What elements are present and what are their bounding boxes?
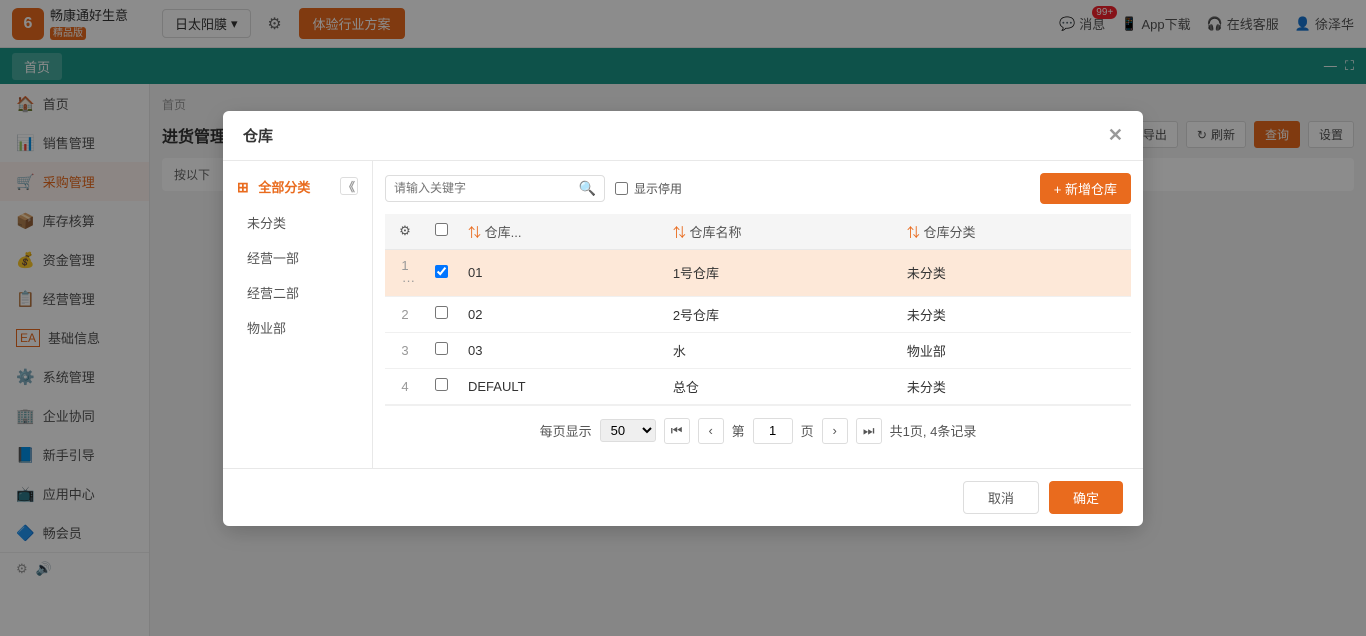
dialog-category-sidebar: ⊞ 全部分类 《 未分类 经营一部 经营二部 物业部 [223,161,373,468]
prev-page-btn[interactable]: ‹ [698,418,724,444]
search-box: 🔍 [385,175,605,202]
category-item-uncategorized[interactable]: 未分类 [223,206,372,239]
first-page-btn[interactable]: ⏮ [664,418,690,444]
warehouse-dialog: 仓库 ✕ ⊞ 全部分类 《 未分类 经营一部 经营二部 物业部 [223,111,1143,526]
category-item-property[interactable]: 物业部 [223,311,372,344]
table-header-row: ⚙ ⇅ 仓库... ⇅ 仓库名称 [385,214,1131,250]
add-warehouse-btn[interactable]: + 新增仓库 [1040,173,1131,204]
next-page-btn[interactable]: › [822,418,848,444]
row-code: 01 [458,249,663,296]
dialog-title: 仓库 [243,125,273,146]
row-checkbox-cell [425,296,458,332]
th-name: ⇅ 仓库名称 [663,214,897,250]
row-num: 1 ··· [385,249,425,296]
th-category: ⇅ 仓库分类 [897,214,1131,250]
th-code: ⇅ 仓库... [458,214,663,250]
row-checkbox[interactable] [435,342,448,355]
per-page-select[interactable]: 50 100 [600,419,656,442]
total-info: 共1页, 4条记录 [890,421,977,440]
row-name: 1号仓库 [663,249,897,296]
dialog-header: 仓库 ✕ [223,111,1143,161]
row-code: 03 [458,332,663,368]
show-disabled-checkbox[interactable] [615,182,628,195]
last-page-btn[interactable]: ⏭ [856,418,882,444]
row-category: 未分类 [897,368,1131,404]
select-all-checkbox[interactable] [435,223,448,236]
row-actions-icon[interactable]: ··· [402,273,415,288]
table-row[interactable]: 4 DEFAULT 总仓 未分类 [385,368,1131,404]
dialog-toolbar: 🔍 显示停用 + 新增仓库 [385,173,1131,204]
table-row[interactable]: 3 03 水 物业部 [385,332,1131,368]
row-category: 未分类 [897,296,1131,332]
page-suffix: 页 [801,421,814,440]
row-num: 3 [385,332,425,368]
show-disabled-text: 显示停用 [634,180,682,197]
cancel-button[interactable]: 取消 [963,481,1039,514]
row-name: 2号仓库 [663,296,897,332]
dialog-main: 🔍 显示停用 + 新增仓库 ⚙ [373,161,1143,468]
row-checkbox[interactable] [435,378,448,391]
sort-icon-name: ⇅ [673,225,686,240]
category-item-ops2[interactable]: 经营二部 [223,276,372,309]
row-name: 水 [663,332,897,368]
row-code: DEFAULT [458,368,663,404]
row-checkbox-cell [425,368,458,404]
per-page-label: 每页显示 [540,421,592,440]
sort-icon: ⇅ [468,225,481,240]
table-row[interactable]: 1 ··· 01 1号仓库 未分类 [385,249,1131,296]
th-gear: ⚙ [385,214,425,250]
modal-overlay: 仓库 ✕ ⊞ 全部分类 《 未分类 经营一部 经营二部 物业部 [0,0,1366,636]
search-input[interactable] [394,181,579,195]
close-icon[interactable]: ✕ [1108,126,1123,144]
table-wrapper: ⚙ ⇅ 仓库... ⇅ 仓库名称 [385,214,1131,405]
page-label: 第 [732,421,745,440]
all-category-label: 全部分类 [258,180,310,195]
pagination: 每页显示 50 100 ⏮ ‹ 第 页 › ⏭ 共1页, 4条记录 [385,405,1131,456]
category-item-ops1[interactable]: 经营一部 [223,241,372,274]
table-row[interactable]: 2 02 2号仓库 未分类 [385,296,1131,332]
row-checkbox-cell [425,332,458,368]
row-checkbox[interactable] [435,306,448,319]
dialog-body: ⊞ 全部分类 《 未分类 经营一部 经营二部 物业部 🔍 [223,161,1143,468]
warehouse-table: ⚙ ⇅ 仓库... ⇅ 仓库名称 [385,214,1131,405]
row-code: 02 [458,296,663,332]
row-name: 总仓 [663,368,897,404]
row-num: 2 [385,296,425,332]
dialog-all-category[interactable]: ⊞ 全部分类 《 [223,169,372,204]
show-disabled-label[interactable]: 显示停用 [615,180,682,197]
sort-icon-cat: ⇅ [907,225,920,240]
grid-icon: ⊞ [237,179,249,195]
th-check [425,214,458,250]
confirm-button[interactable]: 确定 [1049,481,1123,514]
row-checkbox[interactable] [435,265,448,278]
search-icon: 🔍 [579,180,596,197]
row-num: 4 [385,368,425,404]
row-category: 物业部 [897,332,1131,368]
row-checkbox-cell [425,249,458,296]
page-number-input[interactable] [753,418,793,444]
dialog-footer: 取消 确定 [223,468,1143,526]
collapse-btn[interactable]: 《 [340,177,358,195]
row-category: 未分类 [897,249,1131,296]
